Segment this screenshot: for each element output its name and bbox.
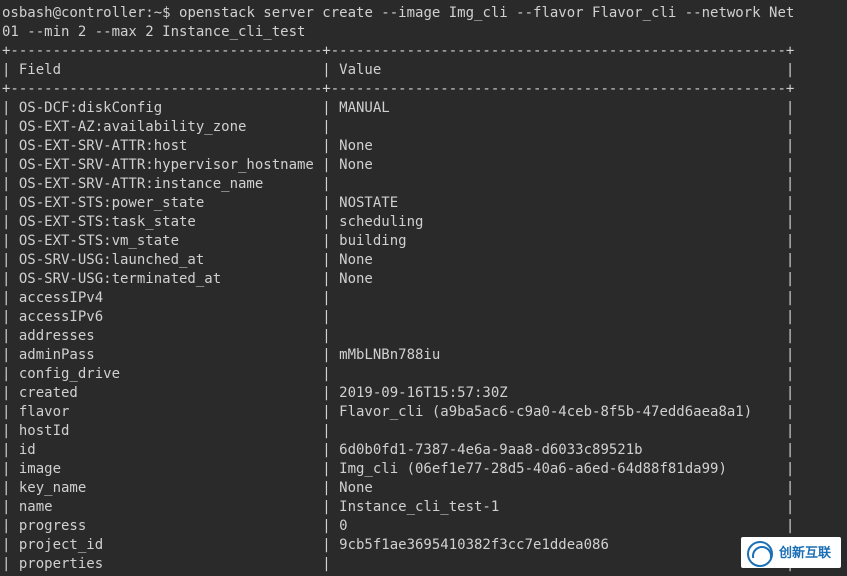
table-row: | progress | 0 | [2, 517, 847, 536]
table-row: | OS-EXT-SRV-ATTR:host | None | [2, 137, 847, 156]
watermark-logo-icon [747, 541, 773, 567]
table-row: | OS-EXT-STS:power_state | NOSTATE | [2, 194, 847, 213]
prompt-line: osbash@controller:~$ openstack server cr… [2, 4, 847, 42]
table-row: | OS-SRV-USG:terminated_at | None | [2, 270, 847, 289]
table-row: | OS-EXT-STS:task_state | scheduling | [2, 213, 847, 232]
table-row: | OS-DCF:diskConfig | MANUAL | [2, 99, 847, 118]
watermark-badge: 创新互联 [741, 537, 841, 568]
table-row: | OS-EXT-SRV-ATTR:hypervisor_hostname | … [2, 156, 847, 175]
table-border-top: +-------------------------------------+-… [2, 42, 847, 61]
table-row: | OS-EXT-SRV-ATTR:instance_name | | [2, 175, 847, 194]
table-row: | hostId | | [2, 422, 847, 441]
table-row: | adminPass | mMbLNBn788iu | [2, 346, 847, 365]
table-row: | accessIPv6 | | [2, 308, 847, 327]
terminal-output[interactable]: osbash@controller:~$ openstack server cr… [0, 0, 847, 574]
table-row: | OS-EXT-STS:vm_state | building | [2, 232, 847, 251]
table-border-mid: +-------------------------------------+-… [2, 80, 847, 99]
shell-prompt: osbash@controller:~$ [2, 5, 179, 21]
table-row: | id | 6d0b0fd1-7387-4e6a-9aa8-d6033c895… [2, 441, 847, 460]
table-row: | key_name | None | [2, 479, 847, 498]
table-row: | accessIPv4 | | [2, 289, 847, 308]
table-row: | flavor | Flavor_cli (a9ba5ac6-c9a0-4ce… [2, 403, 847, 422]
table-row: | created | 2019-09-16T15:57:30Z | [2, 384, 847, 403]
table-row: | addresses | | [2, 327, 847, 346]
table-row: | image | Img_cli (06ef1e77-28d5-40a6-a6… [2, 460, 847, 479]
table-row: | properties | | [2, 555, 847, 574]
table-row: | name | Instance_cli_test-1 | [2, 498, 847, 517]
watermark-text: 创新互联 [779, 545, 831, 560]
table-row: | OS-SRV-USG:launched_at | None | [2, 251, 847, 270]
table-row: | project_id | 9cb5f1ae3695410382f3cc7e1… [2, 536, 847, 555]
table-header-row: | Field | Value | [2, 61, 847, 80]
table-row: | config_drive | | [2, 365, 847, 384]
table-row: | OS-EXT-AZ:availability_zone | | [2, 118, 847, 137]
